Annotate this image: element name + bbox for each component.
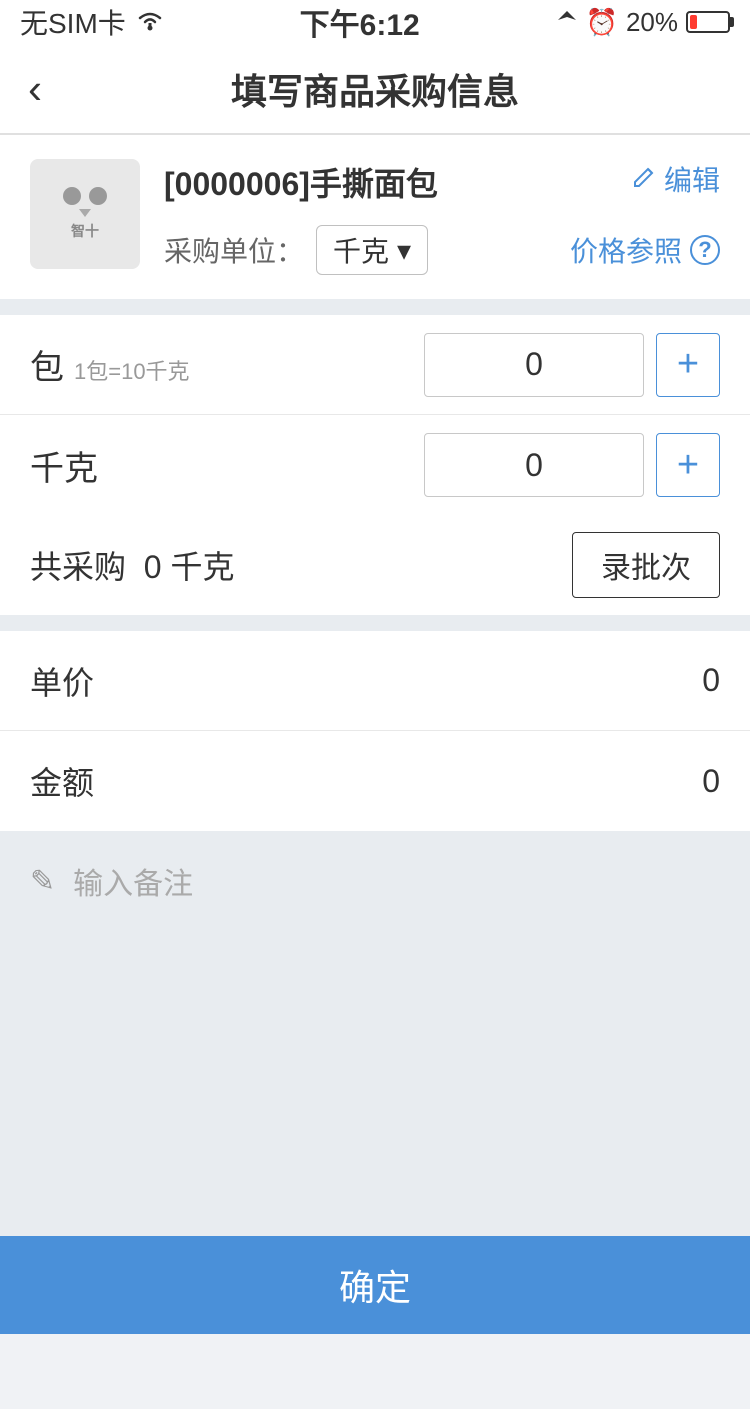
- pencil-icon: ✎: [30, 864, 55, 899]
- kg-quantity-input[interactable]: 0: [424, 433, 644, 497]
- page-title: 填写商品采购信息: [231, 63, 519, 115]
- navigation-bar: ‹ 填写商品采购信息: [0, 44, 750, 134]
- dropdown-arrow: ▾: [397, 234, 411, 267]
- bag-label-col: 包 1包=10千克: [30, 340, 190, 389]
- confirm-button[interactable]: 确定: [0, 1236, 750, 1334]
- amount-value: 0: [702, 763, 720, 800]
- kg-plus-button[interactable]: +: [656, 433, 720, 497]
- bag-label: 包: [30, 340, 64, 389]
- notes-placeholder: 输入备注: [73, 859, 193, 903]
- kg-label: 千克: [30, 441, 98, 490]
- product-logo: 智十: [50, 179, 120, 249]
- price-reference-button[interactable]: 价格参照 ?: [570, 230, 720, 270]
- kg-label-col: 千克: [30, 441, 190, 490]
- product-unit-row: 采购单位： 千克 ▾ 价格参照 ?: [164, 225, 720, 275]
- info-icon: ?: [690, 235, 720, 265]
- product-card: 智十 [0000006]手撕面包 编辑 采购单位： 千克 ▾: [0, 135, 750, 299]
- kg-input-right: 0 +: [190, 433, 720, 497]
- product-full-name: [0000006]手撕面包: [164, 159, 438, 205]
- bag-plus-button[interactable]: +: [656, 333, 720, 397]
- notes-section[interactable]: ✎ 输入备注: [0, 831, 750, 931]
- edit-button[interactable]: 编辑: [632, 159, 720, 199]
- bag-quantity-input[interactable]: 0: [424, 333, 644, 397]
- product-info: [0000006]手撕面包 编辑 采购单位： 千克 ▾ 价格参照: [164, 159, 720, 275]
- bag-quantity-row: 包 1包=10千克 0 +: [0, 315, 750, 415]
- unit-price-label: 单价: [30, 658, 94, 704]
- status-right: ⏰ 20%: [556, 7, 730, 38]
- section-divider-1: [0, 299, 750, 315]
- summary-row: 共采购 0 千克 录批次: [0, 515, 750, 615]
- status-left: 无SIM卡: [20, 2, 164, 42]
- unit-price-value: 0: [702, 662, 720, 699]
- product-name-row: [0000006]手撕面包 编辑: [164, 159, 720, 205]
- back-button[interactable]: ‹: [28, 65, 42, 113]
- battery-percent: 20%: [626, 7, 678, 38]
- amount-row: 金额 0: [0, 731, 750, 831]
- section-divider-2: [0, 615, 750, 631]
- unit-select[interactable]: 千克 ▾: [316, 225, 428, 275]
- carrier-label: 无SIM卡: [20, 2, 126, 42]
- wifi-icon: [136, 6, 164, 38]
- product-thumbnail: 智十: [30, 159, 140, 269]
- status-bar: 无SIM卡 下午6:12 ⏰ 20%: [0, 0, 750, 44]
- alarm-icon: ⏰: [586, 7, 618, 38]
- bag-sub-label: 1包=10千克: [74, 354, 190, 386]
- bag-input-right: 0 +: [190, 333, 720, 397]
- time-display: 下午6:12: [300, 0, 420, 44]
- price-section: 单价 0 金额 0: [0, 631, 750, 831]
- battery-icon: [686, 11, 730, 33]
- amount-label: 金额: [30, 758, 94, 804]
- summary-text: 共采购 0 千克: [30, 542, 235, 588]
- kg-quantity-row: 千克 0 +: [0, 415, 750, 515]
- batch-button[interactable]: 录批次: [572, 532, 720, 598]
- location-icon: [556, 7, 578, 38]
- unit-price-row: 单价 0: [0, 631, 750, 731]
- quantity-section: 包 1包=10千克 0 + 千克 0 +: [0, 315, 750, 515]
- unit-label: 采购单位：: [164, 230, 304, 270]
